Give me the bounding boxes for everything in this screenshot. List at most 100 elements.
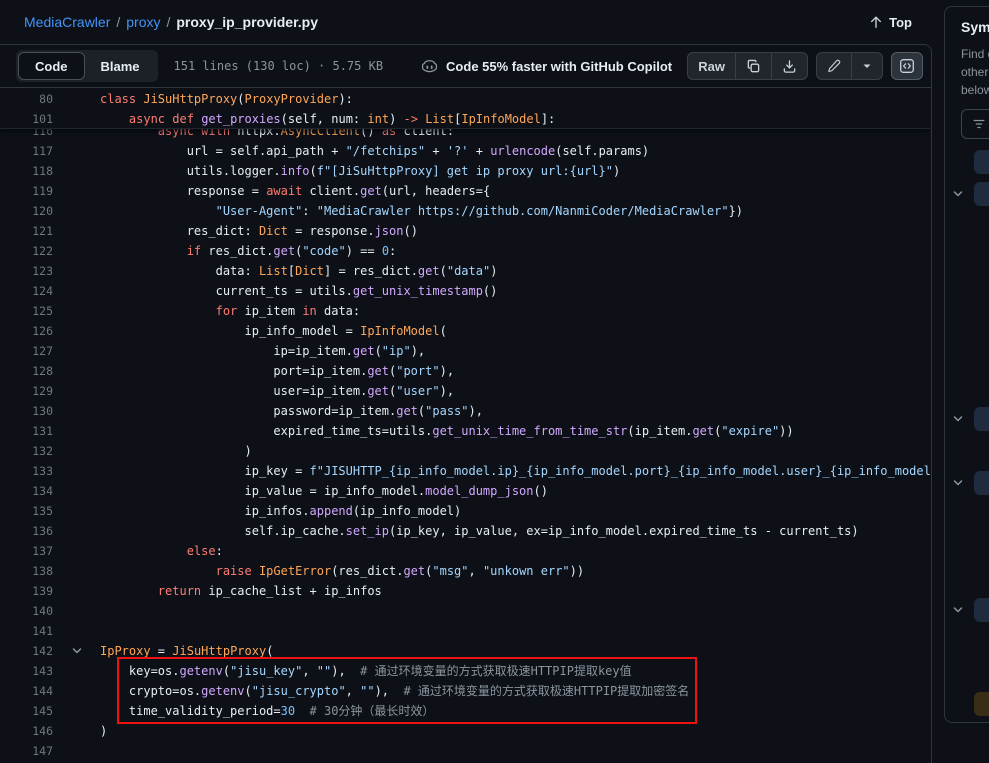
line-number[interactable]: 132 [0,441,53,461]
line-number[interactable]: 143 [0,661,53,681]
code-text: port=ip_item.get("port"), [100,361,930,381]
line-number[interactable]: 141 [0,621,53,641]
symbol-item[interactable] [974,407,989,431]
download-button[interactable] [771,53,807,79]
line-number[interactable]: 139 [0,581,53,601]
edit-button[interactable] [817,53,851,79]
fold-gutter [53,221,100,241]
code-line: 145 time_validity_period=30 # 30分钟（最长时效） [0,701,930,721]
code-line: 128 port=ip_item.get("port"), [0,361,930,381]
line-number[interactable]: 128 [0,361,53,381]
tab-code[interactable]: Code [18,52,85,80]
line-number[interactable]: 123 [0,261,53,281]
symbols-panel: Symbols Find definitions and references … [944,6,989,723]
breadcrumb-folder-link[interactable]: proxy [126,14,160,30]
symbols-panel-toggle-button[interactable] [891,52,923,80]
fold-gutter [53,581,100,601]
tab-blame[interactable]: Blame [85,52,156,80]
line-number[interactable]: 119 [0,181,53,201]
line-number[interactable]: 127 [0,341,53,361]
code-line: 123 data: List[Dict] = res_dict.get("dat… [0,261,930,281]
symbol-item[interactable] [974,598,989,622]
code-line: 124 current_ts = utils.get_unix_timestam… [0,281,930,301]
code-text: expired_time_ts=utils.get_unix_time_from… [100,421,930,441]
symbol-item[interactable] [974,692,989,716]
top-button-label: Top [889,15,912,30]
line-number[interactable]: 131 [0,421,53,441]
line-number[interactable]: 122 [0,241,53,261]
download-icon [782,59,797,74]
code-text: ip_info_model = IpInfoModel( [100,321,930,341]
breadcrumb-filename: proxy_ip_provider.py [176,14,318,30]
file-meta-info: 151 lines (130 loc) · 5.75 KB [174,59,384,73]
line-number[interactable]: 120 [0,201,53,221]
fold-gutter [53,321,100,341]
back-to-top-button[interactable]: Top [869,15,912,30]
line-number[interactable]: 101 [0,109,53,129]
line-number[interactable]: 140 [0,601,53,621]
symbol-item[interactable] [974,182,989,206]
code-text: else: [100,541,930,561]
symbol-item[interactable] [974,150,989,174]
line-number[interactable]: 126 [0,321,53,341]
code-text: return ip_cache_list + ip_infos [100,581,930,601]
line-number[interactable]: 145 [0,701,53,721]
fold-gutter [53,541,100,561]
line-number[interactable]: 129 [0,381,53,401]
code-text: class JiSuHttpProxy(ProxyProvider): [100,89,930,109]
line-number[interactable]: 136 [0,521,53,541]
chevron-down-icon[interactable] [952,187,966,201]
code-blame-switch: Code Blame [16,50,158,82]
code-line: 130 password=ip_item.get("pass"), [0,401,930,421]
fold-gutter [53,621,100,641]
line-number[interactable]: 124 [0,281,53,301]
chevron-down-icon[interactable] [952,603,966,617]
line-number[interactable]: 137 [0,541,53,561]
copy-button[interactable] [735,53,771,79]
code-line: 126 ip_info_model = IpInfoModel( [0,321,930,341]
line-number[interactable]: 117 [0,141,53,161]
fold-gutter [53,421,100,441]
fold-gutter [53,301,100,321]
line-number[interactable]: 138 [0,561,53,581]
line-number[interactable]: 80 [0,89,53,109]
chevron-down-icon[interactable] [952,476,966,490]
code-line: 127 ip=ip_item.get("ip"), [0,341,930,361]
line-number[interactable]: 130 [0,401,53,421]
file-actions: Raw [687,52,923,80]
code-line: 144 crypto=os.getenv("jisu_crypto", ""),… [0,681,930,701]
line-number[interactable]: 121 [0,221,53,241]
line-number[interactable]: 118 [0,161,53,181]
edit-button-group [816,52,883,80]
fold-gutter [53,281,100,301]
line-number[interactable]: 133 [0,461,53,481]
code-line: 133 ip_key = f"JISUHTTP_{ip_info_model.i… [0,461,930,481]
fold-gutter [53,181,100,201]
code-line: 136 self.ip_cache.set_ip(ip_key, ip_valu… [0,521,930,541]
raw-button[interactable]: Raw [688,53,735,79]
code-text: utils.logger.info(f"[JiSuHttpProxy] get … [100,161,930,181]
fold-gutter [53,501,100,521]
line-number[interactable]: 147 [0,741,53,761]
line-number[interactable]: 135 [0,501,53,521]
chevron-down-icon[interactable] [952,412,966,426]
line-number[interactable]: 125 [0,301,53,321]
breadcrumb-separator: / [116,14,120,30]
code-line: 117 url = self.api_path + "/fetchips" + … [0,141,930,161]
breadcrumb-repo-link[interactable]: MediaCrawler [24,14,110,30]
line-number[interactable]: 144 [0,681,53,701]
fold-gutter [53,361,100,381]
edit-dropdown-button[interactable] [851,53,882,79]
code-text: ip_key = f"JISUHTTP_{ip_info_model.ip}_{… [100,461,930,481]
code-line: 137 else: [0,541,930,561]
code-text: ) [100,441,930,461]
chevron-down-icon [862,61,872,71]
line-number[interactable]: 142 [0,641,53,661]
line-number[interactable]: 134 [0,481,53,501]
code-text: current_ts = utils.get_unix_timestamp() [100,281,930,301]
fold-gutter [53,381,100,401]
symbol-item[interactable] [974,471,989,495]
fold-chevron-icon[interactable] [53,641,100,661]
code-text: if res_dict.get("code") == 0: [100,241,930,261]
line-number[interactable]: 146 [0,721,53,741]
